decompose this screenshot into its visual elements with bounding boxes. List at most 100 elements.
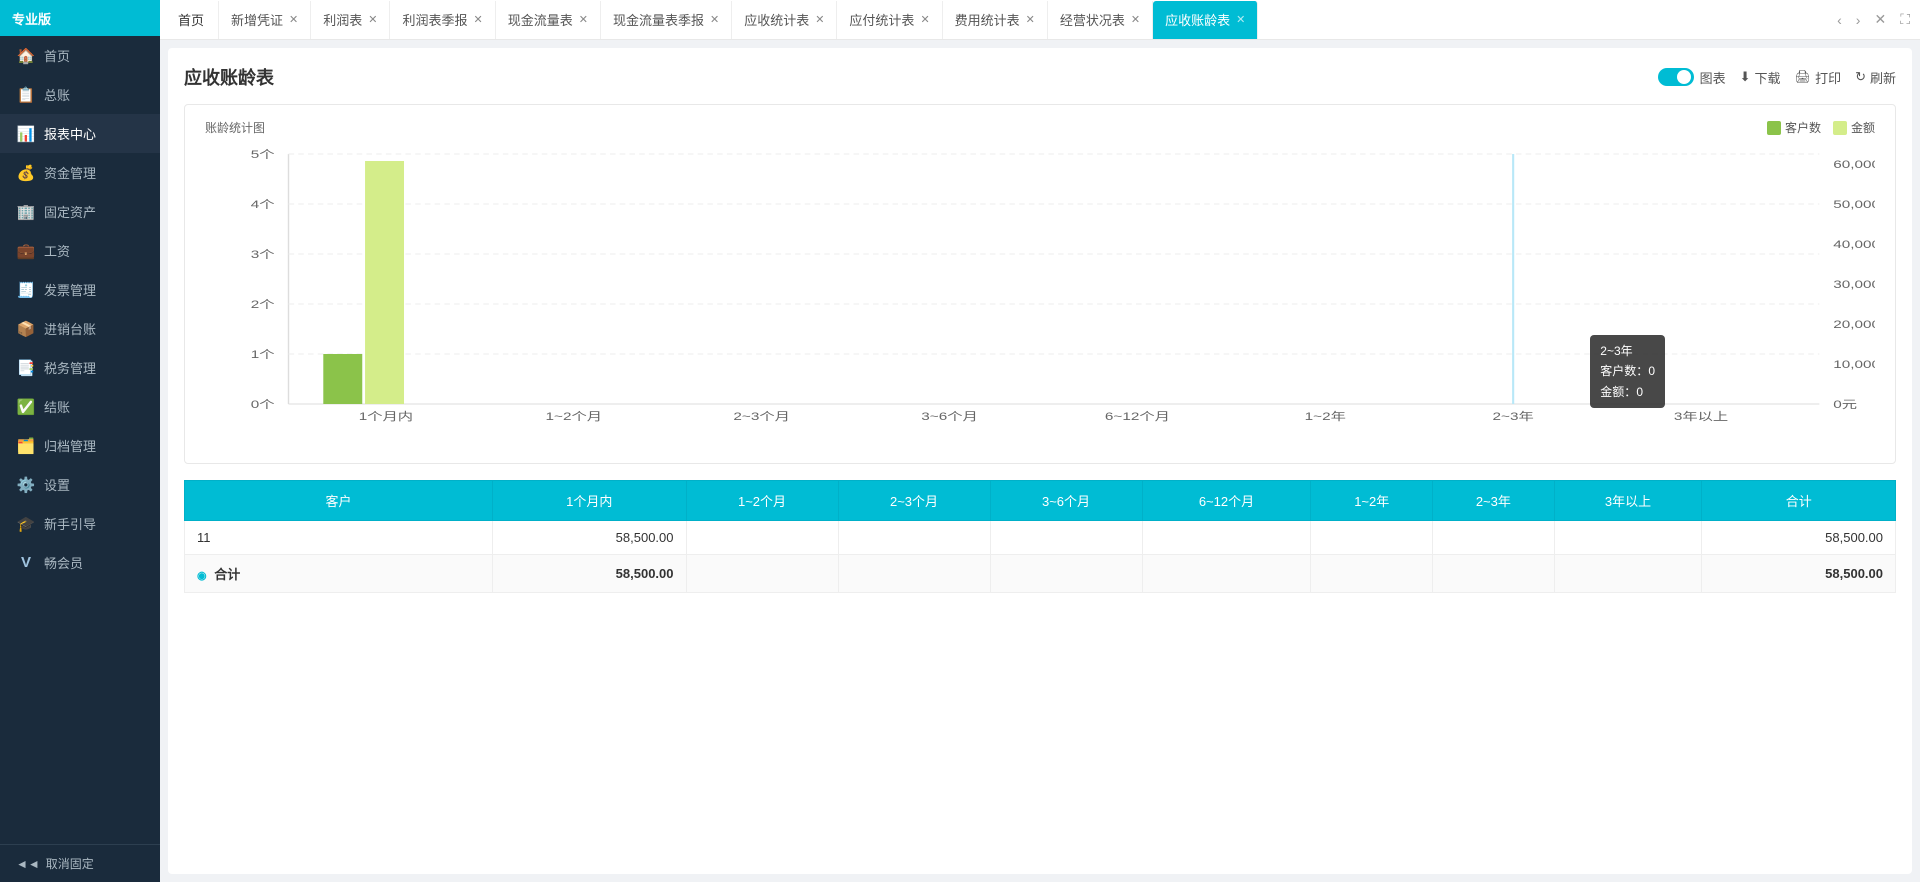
tab-payable-stat[interactable]: 应付统计表 ✕: [837, 1, 942, 39]
tab-receivable-aging[interactable]: 应收账龄表 ✕: [1153, 1, 1258, 39]
close-expense-stat-icon[interactable]: ✕: [1026, 13, 1035, 26]
sidebar-item-fixed-assets[interactable]: 🏢 固定资产: [0, 192, 160, 231]
chart-container: 账龄统计图 客户数 金额: [184, 104, 1896, 464]
cell-total-month36: [990, 555, 1142, 593]
invoice-icon: 🧾: [16, 281, 36, 299]
svg-text:0元: 0元: [1833, 398, 1857, 410]
svg-text:60,000.00元: 60,000.00元: [1833, 158, 1875, 170]
salary-icon: 💼: [16, 242, 36, 260]
tab-cash-flow-quarterly[interactable]: 现金流量表季报 ✕: [601, 1, 732, 39]
sidebar-item-purchase-sales[interactable]: 📦 进销台账: [0, 309, 160, 348]
sidebar-item-guide[interactable]: 🎓 新手引导: [0, 504, 160, 543]
table-row: 11 58,500.00 58,500.00: [185, 521, 1896, 555]
tab-prev-icon[interactable]: ‹: [1831, 8, 1848, 32]
unpin-button[interactable]: ◄◄ 取消固定: [0, 844, 160, 882]
close-profit-quarterly-icon[interactable]: ✕: [474, 13, 483, 26]
sidebar-item-tax[interactable]: 📑 税务管理: [0, 348, 160, 387]
tab-profit-quarterly[interactable]: 利润表季报 ✕: [390, 1, 495, 39]
svg-text:2个: 2个: [251, 298, 275, 310]
close-new-voucher-icon[interactable]: ✕: [289, 13, 298, 26]
chart-toggle[interactable]: 图表: [1658, 68, 1726, 87]
tab-bar: 首页 新增凭证 ✕ 利润表 ✕ 利润表季报 ✕ 现金流量表 ✕ 现金流量表季报 …: [160, 0, 1920, 40]
close-cash-flow-icon[interactable]: ✕: [579, 13, 588, 26]
svg-text:30,000.00元: 30,000.00元: [1833, 278, 1875, 290]
cell-month23: [838, 521, 990, 555]
svg-text:6~12个月: 6~12个月: [1105, 410, 1170, 422]
ledger-icon: 📋: [16, 86, 36, 104]
print-button[interactable]: 🖨 打印: [1795, 68, 1842, 87]
svg-text:40,000.00元: 40,000.00元: [1833, 238, 1875, 250]
tab-navigation: ‹ › ✕ ⛶: [1831, 7, 1916, 32]
page-title: 应收账龄表: [184, 64, 274, 90]
tab-cash-flow[interactable]: 现金流量表 ✕: [496, 1, 601, 39]
sidebar-item-report-center[interactable]: 📊 报表中心: [0, 114, 160, 153]
col-header-month23: 2~3个月: [838, 481, 990, 521]
cell-total-total: 58,500.00: [1702, 555, 1896, 593]
cell-total-year23: [1433, 555, 1555, 593]
toggle-thumb: [1677, 70, 1691, 84]
svg-text:1~2年: 1~2年: [1305, 410, 1346, 422]
svg-text:1个月内: 1个月内: [359, 410, 413, 422]
col-header-year12: 1~2年: [1311, 481, 1433, 521]
sidebar-item-settlement[interactable]: ✅ 结账: [0, 387, 160, 426]
cell-total: 58,500.00: [1702, 521, 1896, 555]
close-operation-status-icon[interactable]: ✕: [1131, 13, 1140, 26]
sidebar-item-settings[interactable]: ⚙️ 设置: [0, 465, 160, 504]
sidebar-item-fund-management[interactable]: 💰 资金管理: [0, 153, 160, 192]
table-total-row: ◉ 合计 58,500.00 58,500.00: [185, 555, 1896, 593]
cell-month36: [990, 521, 1142, 555]
col-header-year23: 2~3年: [1433, 481, 1555, 521]
tab-profit-table[interactable]: 利润表 ✕: [311, 1, 390, 39]
sidebar-logo: 专业版: [0, 0, 160, 36]
unpin-icon: ◄◄: [16, 857, 40, 871]
sidebar-item-archive[interactable]: 🗂️ 归档管理: [0, 426, 160, 465]
main-area: 首页 新增凭证 ✕ 利润表 ✕ 利润表季报 ✕ 现金流量表 ✕ 现金流量表季报 …: [160, 0, 1920, 882]
svg-text:10,000.00元: 10,000.00元: [1833, 358, 1875, 370]
toggle-track[interactable]: [1658, 68, 1694, 86]
page-header: 应收账龄表 图表 ⬇ 下载 🖨 打印 ↻ 刷新: [184, 64, 1896, 90]
cell-total-month1: 58,500.00: [492, 555, 686, 593]
archive-icon: 🗂️: [16, 437, 36, 455]
tab-next-icon[interactable]: ›: [1850, 8, 1867, 32]
tab-receivable-stat[interactable]: 应收统计表 ✕: [732, 1, 837, 39]
sidebar: 专业版 🏠 首页 📋 总账 📊 报表中心 💰 资金管理 🏢 固定资产 💼 工资 …: [0, 0, 160, 882]
download-button[interactable]: ⬇ 下载: [1740, 68, 1781, 87]
svg-text:50,000.00元: 50,000.00元: [1833, 198, 1875, 210]
print-icon: 🖨: [1795, 69, 1812, 85]
col-header-total: 合计: [1702, 481, 1896, 521]
tab-home[interactable]: 首页: [164, 1, 219, 39]
vip-icon: V: [16, 554, 36, 571]
close-receivable-stat-icon[interactable]: ✕: [815, 13, 824, 26]
svg-text:3年以上: 3年以上: [1674, 410, 1728, 422]
svg-text:3个: 3个: [251, 248, 275, 260]
guide-icon: 🎓: [16, 515, 36, 533]
tab-fullscreen-icon[interactable]: ⛶: [1894, 7, 1916, 32]
cell-total-year12: [1311, 555, 1433, 593]
sidebar-item-home[interactable]: 🏠 首页: [0, 36, 160, 75]
sidebar-item-vip[interactable]: V 畅会员: [0, 543, 160, 582]
sidebar-item-general-ledger[interactable]: 📋 总账: [0, 75, 160, 114]
settlement-icon: ✅: [16, 398, 36, 416]
tab-operation-status[interactable]: 经营状况表 ✕: [1048, 1, 1153, 39]
sidebar-item-invoice[interactable]: 🧾 发票管理: [0, 270, 160, 309]
cell-year12: [1311, 521, 1433, 555]
tab-expense-stat[interactable]: 费用统计表 ✕: [943, 1, 1048, 39]
tab-new-voucher[interactable]: 新增凭证 ✕: [219, 1, 311, 39]
close-payable-stat-icon[interactable]: ✕: [920, 13, 929, 26]
close-receivable-aging-icon[interactable]: ✕: [1236, 13, 1245, 26]
sidebar-item-salary[interactable]: 💼 工资: [0, 231, 160, 270]
home-icon: 🏠: [16, 47, 36, 65]
cell-total-year3plus: [1554, 555, 1702, 593]
cell-total-month612: [1142, 555, 1311, 593]
report-icon: 📊: [16, 125, 36, 143]
refresh-button[interactable]: ↻ 刷新: [1855, 68, 1896, 87]
settings-icon: ⚙️: [16, 476, 36, 494]
data-table: 客户 1个月内 1~2个月 2~3个月 3~6个月 6~12个月 1~2年 2~…: [184, 480, 1896, 593]
close-cash-flow-quarterly-icon[interactable]: ✕: [710, 13, 719, 26]
tab-close-all-icon[interactable]: ✕: [1868, 7, 1892, 32]
refresh-icon: ↻: [1855, 69, 1866, 85]
col-header-year3plus: 3年以上: [1554, 481, 1702, 521]
page-actions: 图表 ⬇ 下载 🖨 打印 ↻ 刷新: [1658, 68, 1896, 87]
close-profit-table-icon[interactable]: ✕: [368, 13, 377, 26]
tax-icon: 📑: [16, 359, 36, 377]
